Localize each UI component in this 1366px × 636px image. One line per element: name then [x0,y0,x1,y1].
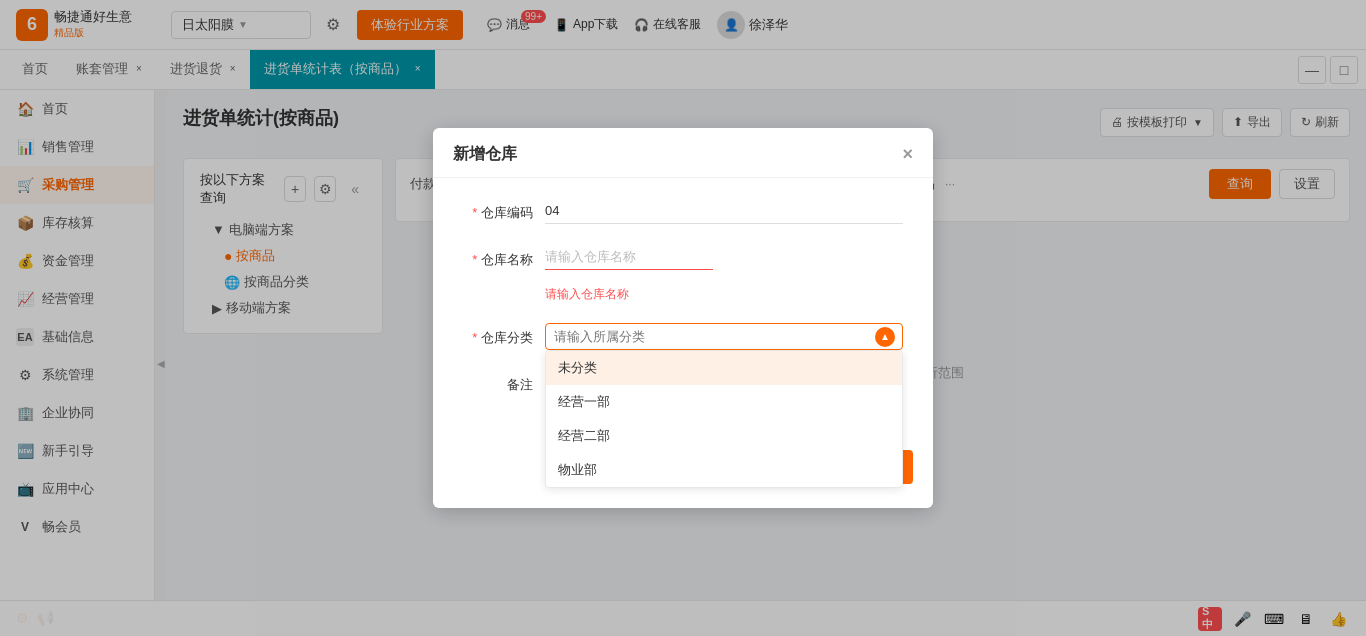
category-select-wrapper: ▲ 未分类 经营一部 经营二部 物业部 [545,323,903,350]
dropdown-item-property[interactable]: 物业部 [546,453,902,487]
category-dropdown-list: 未分类 经营一部 经营二部 物业部 [545,350,903,488]
code-label: 仓库编码 [463,198,533,222]
warehouse-code-input[interactable] [545,198,903,224]
warehouse-code-row: 仓库编码 [463,198,903,224]
dialog-header: 新增仓库 × [433,128,933,178]
dialog-close-btn[interactable]: × [902,144,913,165]
dropdown-item-ops2[interactable]: 经营二部 [546,419,902,453]
dropdown-item-none[interactable]: 未分类 [546,351,902,385]
category-input[interactable] [545,323,903,350]
dialog-body: 仓库编码 仓库名称 请输入仓库名称 仓库分类 ▲ 未分类 经营一部 [433,178,933,438]
category-dropdown-toggle[interactable]: ▲ [875,327,895,347]
notes-label: 备注 [463,370,533,394]
name-error-msg: 请输入仓库名称 [545,287,629,301]
dropdown-item-ops1[interactable]: 经营一部 [546,385,902,419]
name-label: 仓库名称 [463,245,533,269]
category-label: 仓库分类 [463,323,533,347]
add-warehouse-dialog: 新增仓库 × 仓库编码 仓库名称 请输入仓库名称 仓库分类 ▲ [433,128,933,508]
warehouse-name-row: 仓库名称 请输入仓库名称 [463,244,903,303]
dialog-title: 新增仓库 [453,144,517,165]
warehouse-category-row: 仓库分类 ▲ 未分类 经营一部 经营二部 物业部 [463,323,903,350]
warehouse-name-input[interactable] [545,244,713,270]
